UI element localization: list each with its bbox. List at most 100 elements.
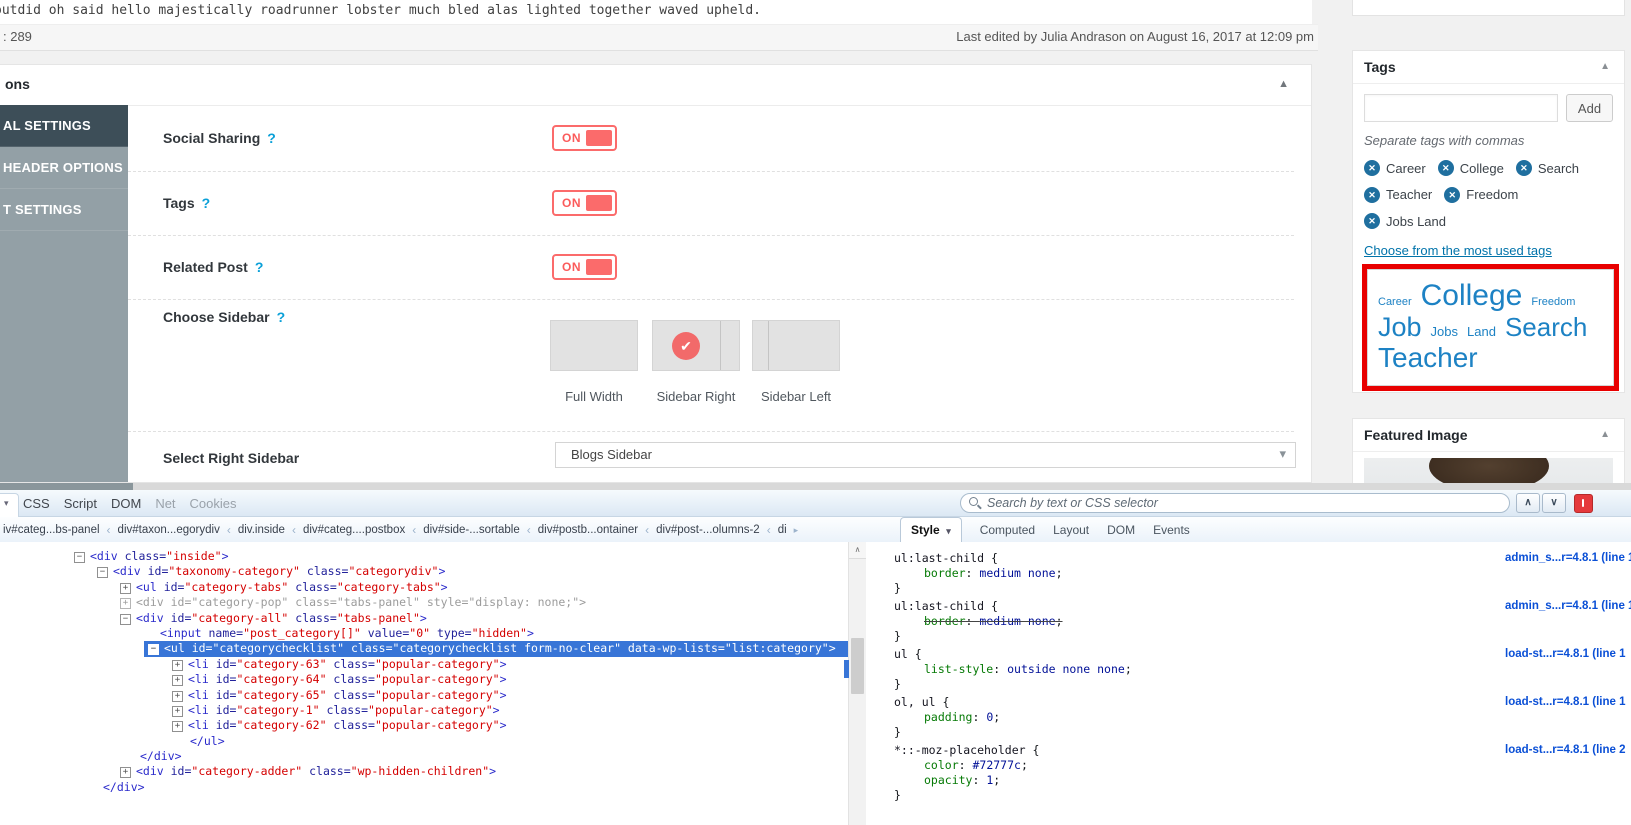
collapse-arrow-icon[interactable]: ▲ xyxy=(1600,61,1610,72)
scrollbar-thumb[interactable] xyxy=(851,638,864,694)
devtools-off-button[interactable] xyxy=(1574,494,1593,513)
expand-node-icon[interactable]: + xyxy=(172,659,183,671)
remove-tag-icon[interactable]: ✕ xyxy=(1364,213,1380,229)
css-source-link[interactable]: load-st...r=4.8.1 (line 1 xyxy=(1505,695,1625,710)
html-tree-row[interactable]: </div> xyxy=(0,780,848,795)
html-tree-row[interactable]: − <ul id="categorychecklist" class="categ… xyxy=(0,641,848,657)
options-tab-al-settings[interactable]: AL SETTINGS xyxy=(0,105,128,147)
html-tree-row[interactable]: − <div id="category-all" class="tabs-pane… xyxy=(0,611,848,626)
remove-tag-icon[interactable]: ✕ xyxy=(1364,160,1380,176)
css-source-link[interactable]: load-st...r=4.8.1 (line 1 xyxy=(1505,647,1625,662)
html-tree-row[interactable]: − <div class="inside"> xyxy=(0,549,848,564)
tags-toggle[interactable]: ON xyxy=(552,190,617,216)
breadcrumb-item[interactable]: div#taxon...egorydiv xyxy=(118,524,220,536)
most-used-tags-link[interactable]: Choose from the most used tags xyxy=(1364,243,1552,258)
tag-cloud-item[interactable]: Job xyxy=(1378,313,1422,342)
expand-node-icon[interactable]: + xyxy=(172,705,183,717)
devtools-tab-css[interactable]: CSS xyxy=(23,496,50,511)
tree-scrollbar[interactable]: ∧ xyxy=(844,542,866,825)
collapse-arrow-icon[interactable]: ▲ xyxy=(1600,429,1610,440)
html-tree-row[interactable]: </div> xyxy=(0,749,848,764)
html-tab-stub[interactable]: ▾ xyxy=(0,493,19,517)
tag-cloud-item[interactable]: Search xyxy=(1505,313,1587,341)
featured-image-header[interactable]: Featured Image ▲ xyxy=(1353,419,1624,452)
devtools-tab-cookies[interactable]: Cookies xyxy=(190,496,237,511)
style-tab-style[interactable]: Style ▾ xyxy=(900,517,962,544)
tag-cloud-item[interactable]: College xyxy=(1421,279,1523,312)
tag-cloud-item[interactable]: Jobs xyxy=(1431,325,1458,339)
tag-cloud-item[interactable]: Teacher xyxy=(1378,343,1478,373)
devtools-search-input[interactable] xyxy=(985,495,1509,511)
style-tab-layout[interactable]: Layout xyxy=(1053,517,1089,543)
css-source-link[interactable]: admin_s...r=4.8.1 (line 14 xyxy=(1505,599,1631,614)
collapse-node-icon[interactable]: − xyxy=(148,644,159,656)
css-property-line[interactable]: border: medium none; xyxy=(894,566,1631,581)
css-property-line[interactable]: opacity: 1; xyxy=(894,773,1631,788)
related-post-toggle[interactable]: ON xyxy=(552,254,617,280)
css-property-line[interactable]: padding: 0; xyxy=(894,710,1631,725)
tag-cloud-item[interactable]: Career xyxy=(1378,296,1412,309)
expand-node-icon[interactable]: + xyxy=(172,675,183,687)
options-metabox-header[interactable]: ons ▲ xyxy=(0,65,1311,106)
remove-tag-icon[interactable]: ✕ xyxy=(1364,186,1380,203)
css-source-link[interactable]: load-st...r=4.8.1 (line 2 xyxy=(1505,743,1625,758)
tag-cloud-item[interactable]: Freedom xyxy=(1531,296,1575,309)
devtools-tab-script[interactable]: Script xyxy=(64,496,97,511)
collapse-node-icon[interactable]: − xyxy=(97,567,108,579)
css-property-line[interactable]: border: medium none; xyxy=(894,614,1631,629)
options-tab-t-settings[interactable]: T SETTINGS xyxy=(0,189,128,231)
devtools-tab-net[interactable]: Net xyxy=(155,496,175,511)
html-tree-row[interactable]: − <div id="taxonomy-category" class="cate… xyxy=(0,564,848,579)
help-icon[interactable]: ? xyxy=(202,195,211,211)
tags-metabox-header[interactable]: Tags ▲ xyxy=(1353,51,1624,84)
scroll-up-button[interactable]: ∧ xyxy=(849,542,866,559)
right-sidebar-select[interactable]: Blogs Sidebar ▾ xyxy=(555,442,1296,468)
breadcrumb-item[interactable]: div#categ....postbox xyxy=(303,524,405,536)
style-tab-dom[interactable]: DOM xyxy=(1107,517,1135,543)
social-sharing-toggle[interactable]: ON xyxy=(552,125,617,151)
remove-tag-icon[interactable]: ✕ xyxy=(1444,186,1461,203)
collapse-arrow-icon[interactable]: ▲ xyxy=(1278,78,1289,90)
help-icon[interactable]: ? xyxy=(277,309,286,325)
collapse-node-icon[interactable]: − xyxy=(74,552,85,563)
devtools-tab-dom[interactable]: DOM xyxy=(111,496,141,511)
breadcrumb-item[interactable]: div#postb...ontainer xyxy=(538,524,638,536)
style-tab-events[interactable]: Events xyxy=(1153,517,1190,543)
html-tree-row[interactable]: + <div id="category-pop" class="tabs-pane… xyxy=(0,595,848,610)
breadcrumb-item[interactable]: div#post-...olumns-2 xyxy=(656,524,760,536)
sidebar-option-box[interactable] xyxy=(550,320,638,371)
css-property-line[interactable]: color: #72777c; xyxy=(894,758,1631,773)
sidebar-option-box[interactable]: ✔ xyxy=(652,320,740,371)
expand-node-icon[interactable]: + xyxy=(172,690,183,702)
html-tree-row[interactable]: + <li id="category-64" class="popular-cat… xyxy=(0,672,848,687)
new-tag-input[interactable] xyxy=(1364,94,1558,122)
expand-node-icon[interactable]: + xyxy=(172,721,183,733)
breadcrumb-item[interactable]: div.inside xyxy=(238,524,285,536)
expand-node-icon[interactable]: + xyxy=(120,582,131,594)
html-tree-row[interactable]: </ul> xyxy=(0,734,848,749)
html-tree-row[interactable]: + <li id="category-63" class="popular-cat… xyxy=(0,657,848,672)
search-prev-button[interactable]: ∧ xyxy=(1516,493,1540,513)
remove-tag-icon[interactable]: ✕ xyxy=(1515,160,1532,176)
collapse-node-icon[interactable]: − xyxy=(120,613,131,625)
expand-node-icon[interactable]: + xyxy=(120,767,131,779)
tag-cloud-item[interactable]: Land xyxy=(1467,325,1496,339)
breadcrumb-item[interactable]: di xyxy=(778,524,787,536)
add-tag-button[interactable]: Add xyxy=(1566,94,1613,122)
html-tree-row[interactable]: + <div id="category-adder" class="wp-hidd… xyxy=(0,764,848,779)
css-source-link[interactable]: admin_s...r=4.8.1 (line 15 xyxy=(1505,551,1631,566)
options-tab-header-options[interactable]: HEADER OPTIONS xyxy=(0,147,128,189)
sidebar-option-box[interactable] xyxy=(752,320,840,371)
css-property-line[interactable]: list-style: outside none none; xyxy=(894,662,1631,677)
remove-tag-icon[interactable]: ✕ xyxy=(1437,160,1454,176)
breadcrumb-item[interactable]: iv#categ...bs-panel xyxy=(3,524,100,536)
search-next-button[interactable]: ∨ xyxy=(1542,493,1566,513)
html-tree-row[interactable]: + <li id="category-62" class="popular-cat… xyxy=(0,718,848,733)
style-tab-computed[interactable]: Computed xyxy=(980,517,1035,543)
html-tree-row[interactable]: + <li id="category-1" class="popular-cate… xyxy=(0,703,848,718)
help-icon[interactable]: ? xyxy=(267,130,276,146)
expand-node-icon[interactable]: + xyxy=(120,598,131,610)
html-tree-row[interactable]: + <ul id="category-tabs" class="category-… xyxy=(0,580,848,595)
help-icon[interactable]: ? xyxy=(255,259,264,275)
html-tree-row[interactable]: <input name="post_category[]" value="0" … xyxy=(0,626,848,641)
